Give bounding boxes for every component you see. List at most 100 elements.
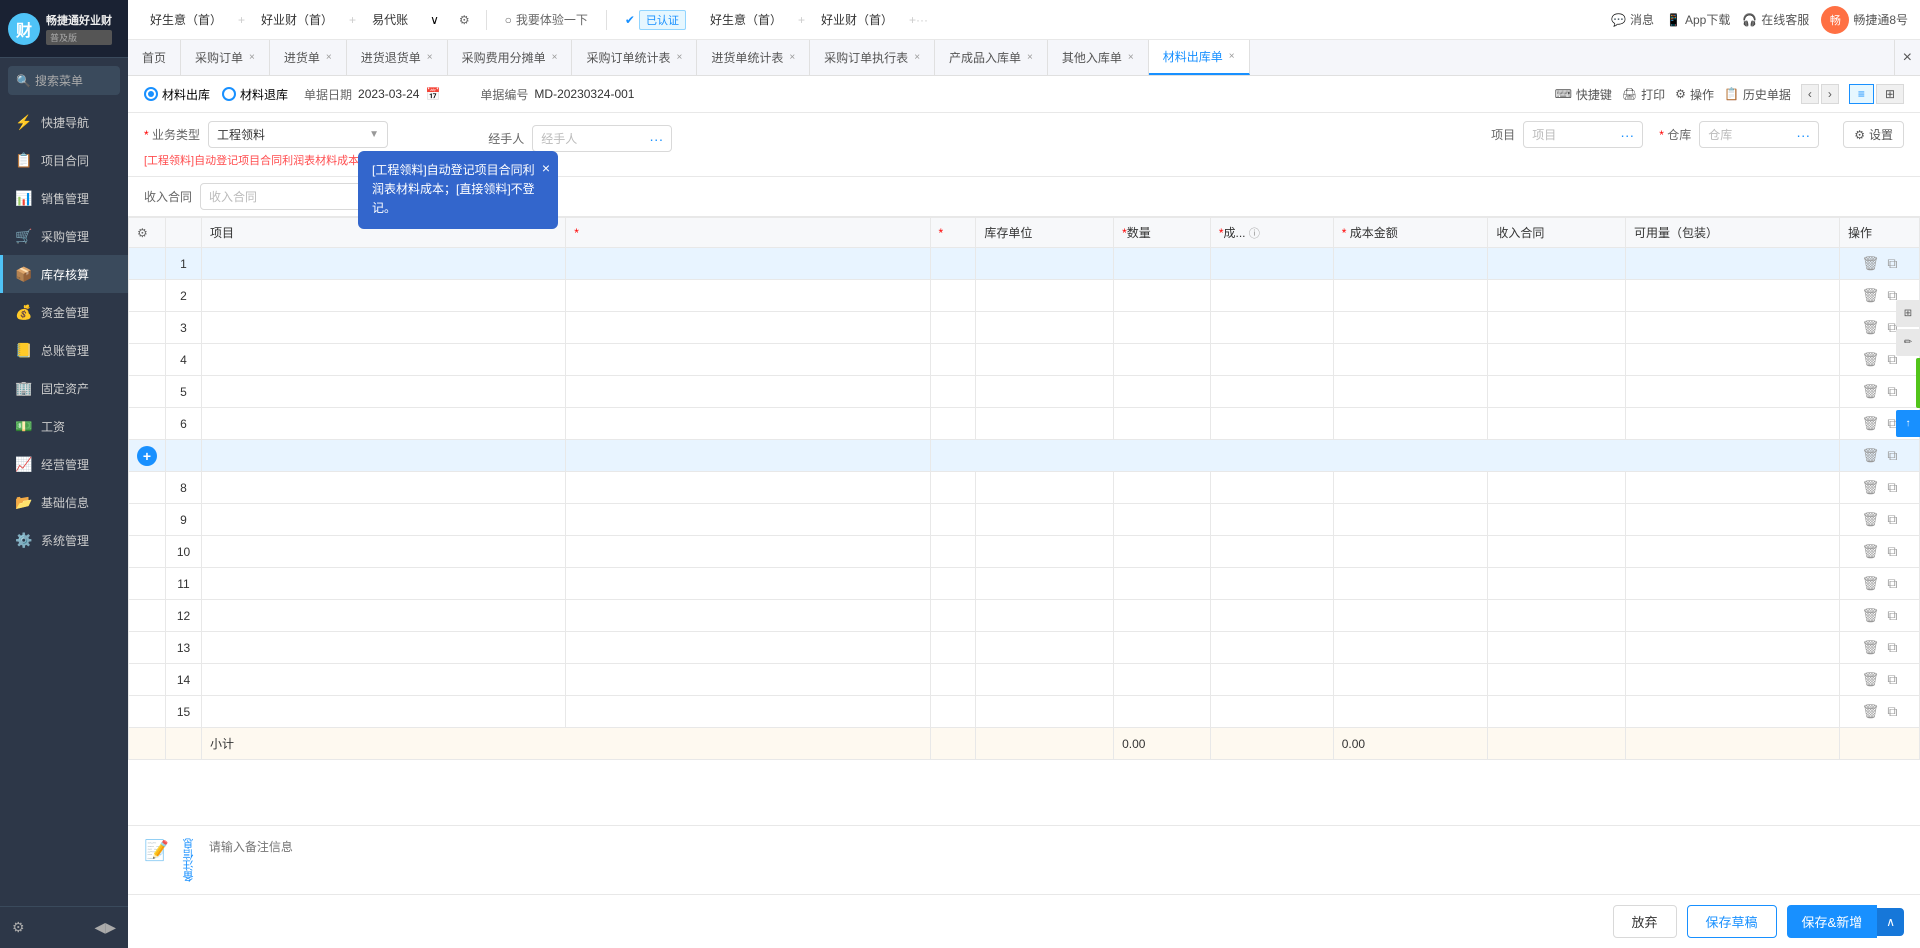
copy-row-10-button[interactable]: ⧉ bbox=[1885, 541, 1899, 562]
sidebar-item-operations[interactable]: 📈 经营管理 bbox=[0, 445, 128, 483]
material-cell-input-1[interactable] bbox=[574, 257, 921, 271]
tab-incoming[interactable]: 进货单 × bbox=[270, 40, 347, 75]
close-all-tabs-button[interactable]: × bbox=[1894, 40, 1920, 75]
copy-row-12-button[interactable]: ⧉ bbox=[1885, 605, 1899, 626]
tab-purchase-stat[interactable]: 采购订单统计表 × bbox=[572, 40, 697, 75]
grid-view-button[interactable]: ⊞ bbox=[1876, 84, 1904, 104]
copy-row-8-button[interactable]: ⧉ bbox=[1885, 477, 1899, 498]
copy-row-13-button[interactable]: ⧉ bbox=[1885, 637, 1899, 658]
close-purchase-order-tab[interactable]: × bbox=[249, 52, 255, 63]
user-avatar-button[interactable]: 畅 畅捷通8号 bbox=[1821, 6, 1908, 34]
topnav-yidaizhang[interactable]: 易代账 bbox=[362, 7, 418, 32]
topnav-r1[interactable]: 好生意（首） bbox=[700, 7, 792, 32]
discard-button[interactable]: 放弃 bbox=[1613, 905, 1677, 938]
print-button[interactable]: 🖨 打印 bbox=[1622, 86, 1665, 103]
online-service-button[interactable]: 🎧 在线客服 bbox=[1742, 11, 1809, 28]
sidebar-item-assets[interactable]: 🏢 固定资产 bbox=[0, 369, 128, 407]
project-cell-input-1[interactable] bbox=[210, 257, 557, 271]
close-purchase-expense-tab[interactable]: × bbox=[552, 52, 558, 63]
handler-input[interactable]: 经手人 ··· bbox=[532, 125, 672, 152]
warehouse-dots-icon[interactable]: ··· bbox=[1796, 127, 1810, 143]
right-panel-btn-1[interactable]: ⊞ bbox=[1896, 300, 1920, 327]
project-input[interactable]: 项目 ··· bbox=[1523, 121, 1643, 148]
sidebar-item-sales[interactable]: 📊 销售管理 bbox=[0, 179, 128, 217]
new-row-col1-input[interactable] bbox=[210, 449, 557, 463]
radio-material-out[interactable]: 材料出库 bbox=[144, 86, 210, 103]
delete-row-14-button[interactable]: 🗑 bbox=[1860, 669, 1882, 690]
close-purchase-stat-tab[interactable]: × bbox=[676, 52, 682, 63]
save-draft-button[interactable]: 保存草稿 bbox=[1687, 905, 1777, 938]
delete-row-3-button[interactable]: 🗑 bbox=[1860, 317, 1882, 338]
next-record-button[interactable]: › bbox=[1821, 84, 1839, 104]
topnav-certified-badge[interactable]: ✔ 已认证 bbox=[615, 6, 696, 34]
tab-incoming-stat[interactable]: 进货单统计表 × bbox=[697, 40, 810, 75]
cell-material-1[interactable] bbox=[566, 248, 930, 280]
sidebar-item-quicknav[interactable]: ⚡ 快捷导航 bbox=[0, 103, 128, 141]
topnav-experience-button[interactable]: ○ 我要体验一下 bbox=[495, 7, 598, 32]
new-row-col2-input[interactable] bbox=[574, 449, 921, 463]
project-dots-icon[interactable]: ··· bbox=[1620, 127, 1634, 143]
tab-purchase-order[interactable]: 采购订单 × bbox=[181, 40, 270, 75]
delete-row-8-button[interactable]: 🗑 bbox=[1860, 477, 1882, 498]
delete-row-6-button[interactable]: 🗑 bbox=[1860, 413, 1882, 434]
copy-row-7-button[interactable]: ⧉ bbox=[1885, 445, 1899, 466]
close-material-out-tab[interactable]: × bbox=[1229, 51, 1235, 62]
settings-bottom-button[interactable]: ⚙ bbox=[8, 915, 29, 940]
add-row-button[interactable]: + bbox=[137, 446, 157, 466]
save-new-arrow-button[interactable]: ∧ bbox=[1877, 908, 1904, 936]
sidebar-item-purchase[interactable]: 🛒 采购管理 bbox=[0, 217, 128, 255]
sidebar-item-salary[interactable]: 💵 工资 bbox=[0, 407, 128, 445]
copy-row-11-button[interactable]: ⧉ bbox=[1885, 573, 1899, 594]
delete-row-1-button[interactable]: 🗑 bbox=[1860, 253, 1882, 274]
tab-material-out[interactable]: 材料出库单 × bbox=[1149, 40, 1250, 75]
delete-row-12-button[interactable]: 🗑 bbox=[1860, 605, 1882, 626]
copy-row-1-button[interactable]: ⧉ bbox=[1885, 253, 1899, 274]
topnav-gear-button[interactable]: ⚙ bbox=[451, 9, 478, 31]
delete-row-2-button[interactable]: 🗑 bbox=[1860, 285, 1882, 306]
history-button[interactable]: 📋 历史单据 bbox=[1724, 86, 1791, 103]
close-purchase-exec-tab[interactable]: × bbox=[914, 52, 920, 63]
delete-row-7-button[interactable]: 🗑 bbox=[1860, 445, 1882, 466]
notes-icon[interactable]: 📝 bbox=[144, 838, 169, 863]
close-incoming-return-tab[interactable]: × bbox=[427, 52, 433, 63]
close-incoming-stat-tab[interactable]: × bbox=[789, 52, 795, 63]
warehouse-input[interactable]: 仓库 ··· bbox=[1699, 121, 1819, 148]
tab-other-in[interactable]: 其他入库单 × bbox=[1048, 40, 1149, 75]
notes-input[interactable] bbox=[209, 838, 1904, 878]
copy-row-9-button[interactable]: ⧉ bbox=[1885, 509, 1899, 530]
delete-row-11-button[interactable]: 🗑 bbox=[1860, 573, 1882, 594]
tab-purchase-exec[interactable]: 采购订单执行表 × bbox=[810, 40, 935, 75]
tab-home[interactable]: 首页 bbox=[128, 40, 181, 75]
sidebar-item-finance[interactable]: 💰 资金管理 bbox=[0, 293, 128, 331]
radio-material-return[interactable]: 材料退库 bbox=[222, 86, 288, 103]
close-product-in-tab[interactable]: × bbox=[1027, 52, 1033, 63]
delete-row-4-button[interactable]: 🗑 bbox=[1860, 349, 1882, 370]
close-incoming-tab[interactable]: × bbox=[326, 52, 332, 63]
message-button[interactable]: 💬 消息 bbox=[1611, 11, 1654, 28]
handler-dots-icon[interactable]: ··· bbox=[649, 131, 663, 147]
quick-key-button[interactable]: ⌨ 快捷键 bbox=[1555, 86, 1612, 103]
delete-row-13-button[interactable]: 🗑 bbox=[1860, 637, 1882, 658]
list-view-button[interactable]: ≡ bbox=[1849, 84, 1874, 104]
tooltip-close-button[interactable]: × bbox=[542, 157, 550, 179]
cost-info-icon[interactable]: ⓘ bbox=[1249, 228, 1260, 240]
copy-row-14-button[interactable]: ⧉ bbox=[1885, 669, 1899, 690]
copy-row-15-button[interactable]: ⧉ bbox=[1885, 701, 1899, 722]
search-menu-button[interactable]: 🔍 搜索菜单 bbox=[8, 66, 120, 95]
topnav-more-button[interactable]: ∨ bbox=[422, 9, 447, 31]
topnav-haoyecai[interactable]: 好业财（首） bbox=[251, 7, 343, 32]
operations-button[interactable]: ⚙ 操作 bbox=[1675, 86, 1714, 103]
collapse-button[interactable]: ◀▶ bbox=[90, 915, 120, 940]
th-settings[interactable]: ⚙ bbox=[129, 218, 166, 248]
column-settings-icon[interactable]: ⚙ bbox=[137, 226, 148, 240]
save-new-main-button[interactable]: 保存&新增 bbox=[1787, 905, 1878, 938]
tab-incoming-return[interactable]: 进货退货单 × bbox=[347, 40, 448, 75]
app-download-button[interactable]: 📱 App下载 bbox=[1666, 11, 1730, 28]
delete-row-15-button[interactable]: 🗑 bbox=[1860, 701, 1882, 722]
sidebar-item-basic[interactable]: 📂 基础信息 bbox=[0, 483, 128, 521]
sidebar-item-ledger[interactable]: 📒 总账管理 bbox=[0, 331, 128, 369]
prev-record-button[interactable]: ‹ bbox=[1801, 84, 1819, 104]
business-type-select[interactable]: 工程领料 ▼ bbox=[208, 121, 388, 148]
topnav-r2[interactable]: 好业财（首） bbox=[811, 7, 903, 32]
sidebar-item-project[interactable]: 📋 项目合同 bbox=[0, 141, 128, 179]
